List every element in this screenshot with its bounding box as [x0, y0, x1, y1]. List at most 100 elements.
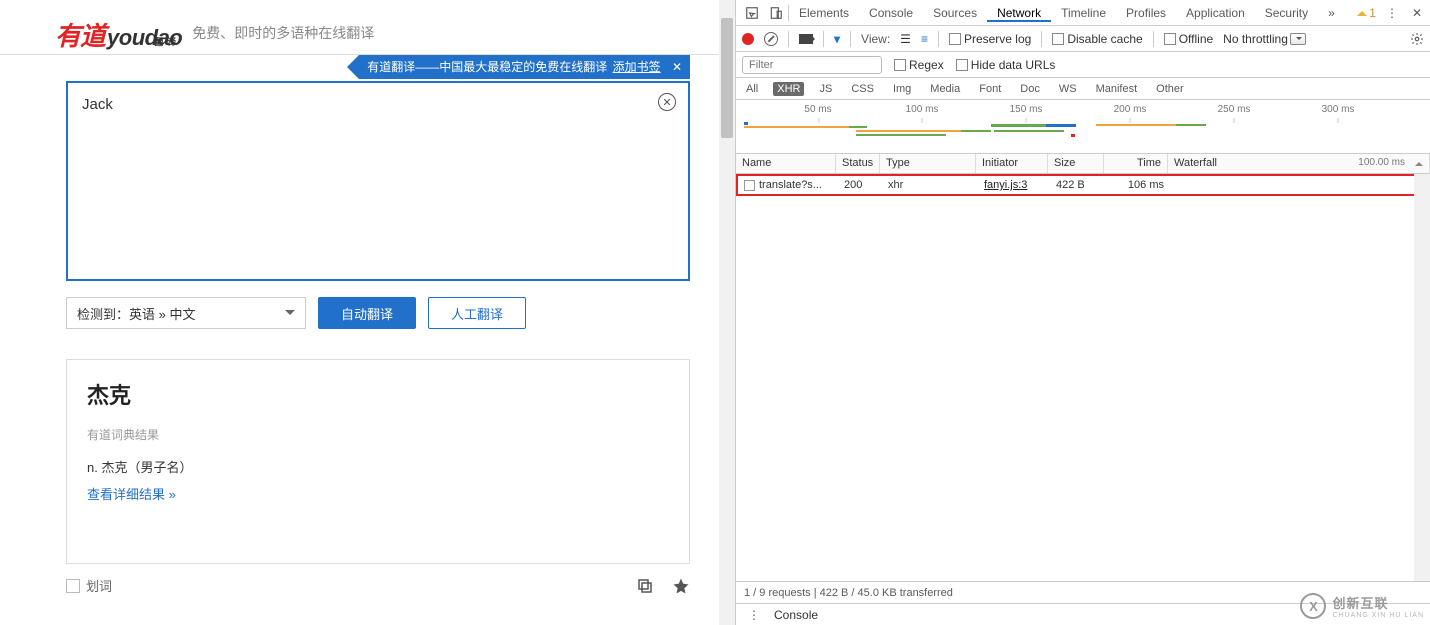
col-type[interactable]: Type [880, 154, 976, 173]
type-js[interactable]: JS [815, 82, 836, 96]
logo-cn: 有道 [55, 16, 105, 53]
drawer-more-icon[interactable]: ⋮ [744, 608, 764, 622]
tab-elements[interactable]: Elements [789, 6, 859, 20]
star-icon[interactable] [672, 577, 690, 595]
tab-profiles[interactable]: Profiles [1116, 6, 1176, 20]
request-time: 106 ms [1106, 179, 1170, 191]
huaci-label: 划词 [86, 576, 112, 595]
result-source: 有道词典结果 [87, 426, 669, 443]
timeline-overview[interactable]: 50 ms100 ms150 ms200 ms250 ms300 ms [736, 100, 1430, 154]
request-name: translate?s... [759, 179, 822, 191]
offline-toggle[interactable]: Offline [1164, 32, 1213, 46]
ruler-tick: 50 ms [804, 104, 831, 115]
type-font[interactable]: Font [975, 82, 1005, 96]
table-header: Name Status Type Initiator Size Time Wat… [736, 154, 1430, 174]
tabs-overflow-icon[interactable]: » [1318, 0, 1345, 26]
view-large-icon[interactable]: ☰ [900, 32, 911, 46]
tab-timeline[interactable]: Timeline [1051, 6, 1116, 20]
type-all[interactable]: All [742, 82, 762, 96]
result-definition: n. 杰克（男子名） [87, 457, 669, 476]
translate-input[interactable] [82, 93, 644, 269]
header: 有道 youdao 翻译 免费、即时的多语种在线翻译 [0, 0, 735, 55]
request-row[interactable]: translate?s... 200 xhr fanyi.js:3 422 B … [736, 174, 1430, 196]
type-ws[interactable]: WS [1055, 82, 1081, 96]
col-size[interactable]: Size [1048, 154, 1104, 173]
col-status[interactable]: Status [836, 154, 880, 173]
view-label: View: [861, 32, 890, 46]
type-xhr[interactable]: XHR [773, 82, 804, 96]
hide-data-urls-toggle[interactable]: Hide data URLs [956, 58, 1056, 72]
col-initiator[interactable]: Initiator [976, 154, 1048, 173]
view-small-icon[interactable]: ≡ [921, 32, 928, 46]
promo-text: 有道翻译——中国最大最稳定的免费在线翻译 [367, 60, 610, 74]
tab-console[interactable]: Console [859, 6, 923, 20]
ruler-tick: 200 ms [1114, 104, 1147, 115]
result-detail-link[interactable]: 查看详细结果 [87, 484, 669, 503]
huaci-checkbox[interactable] [66, 579, 80, 593]
promo-link[interactable]: 添加书签 [613, 60, 661, 74]
logo-sub: 翻译 [154, 35, 180, 48]
translate-input-box: ✕ [66, 81, 690, 281]
tab-network[interactable]: Network [987, 6, 1051, 22]
warnings-badge[interactable]: 1 [1357, 6, 1376, 20]
tab-sources[interactable]: Sources [923, 6, 987, 20]
language-select[interactable]: 检测到：英语 » 中文 [66, 297, 306, 329]
network-toolbar: ▾ View: ☰ ≡ Preserve log Disable cache O… [736, 26, 1430, 52]
record-icon[interactable] [742, 33, 754, 45]
ruler-tick: 250 ms [1218, 104, 1251, 115]
tab-security[interactable]: Security [1255, 6, 1318, 20]
devtools-close-icon[interactable]: ✕ [1408, 6, 1426, 20]
youdao-app: 有道 youdao 翻译 免费、即时的多语种在线翻译 有道翻译——中国最大最稳定… [0, 0, 735, 625]
capture-screenshot-icon[interactable] [799, 34, 813, 44]
preserve-log-toggle[interactable]: Preserve log [949, 32, 1031, 46]
request-initiator[interactable]: fanyi.js:3 [978, 179, 1050, 191]
more-icon[interactable]: ⋮ [1382, 6, 1402, 20]
chevron-down-icon [285, 310, 295, 320]
filter-icon[interactable]: ▾ [834, 32, 840, 46]
col-name[interactable]: Name [736, 154, 836, 173]
settings-icon[interactable] [1410, 32, 1424, 46]
ruler-tick: 150 ms [1010, 104, 1043, 115]
watermark: X 创新互联 CHUANG XIN HU LIAN [1300, 593, 1424, 619]
sort-asc-icon [1415, 158, 1423, 166]
type-filters: All XHR JS CSS Img Media Font Doc WS Manifest Othe… [736, 78, 1430, 100]
disable-cache-toggle[interactable]: Disable cache [1052, 32, 1142, 46]
result-panel: 杰克 有道词典结果 n. 杰克（男子名） 查看详细结果 [66, 359, 690, 564]
language-label: 检测到：英语 » 中文 [77, 304, 195, 323]
regex-toggle[interactable]: Regex [894, 58, 944, 72]
clear-icon[interactable] [764, 32, 778, 46]
throttling-select[interactable]: No throttling [1223, 32, 1306, 46]
filter-row: Regex Hide data URLs [736, 52, 1430, 78]
device-icon[interactable] [764, 4, 788, 22]
table-scrollbar[interactable] [1414, 174, 1430, 581]
type-media[interactable]: Media [926, 82, 964, 96]
type-img[interactable]: Img [889, 82, 915, 96]
col-time[interactable]: Time [1104, 154, 1168, 173]
col-waterfall[interactable]: Waterfall100.00 ms [1168, 154, 1430, 173]
clear-input-icon[interactable]: ✕ [658, 93, 676, 111]
copy-icon[interactable] [636, 577, 654, 595]
drawer-tab-console[interactable]: Console [774, 608, 818, 622]
inspect-icon[interactable] [740, 4, 764, 22]
row-checkbox[interactable] [744, 180, 755, 191]
type-other[interactable]: Other [1152, 82, 1188, 96]
type-doc[interactable]: Doc [1016, 82, 1044, 96]
request-type: xhr [882, 179, 978, 191]
type-css[interactable]: CSS [847, 82, 878, 96]
type-manifest[interactable]: Manifest [1092, 82, 1142, 96]
tagline: 免费、即时的多语种在线翻译 [192, 23, 374, 43]
waterfall-scale: 100.00 ms [1358, 157, 1405, 168]
devtools: ElementsConsoleSourcesNetworkTimelinePro… [735, 0, 1430, 625]
logo[interactable]: 有道 youdao 翻译 [55, 13, 180, 53]
watermark-logo-icon: X [1300, 593, 1326, 619]
manual-translate-button[interactable]: 人工翻译 [428, 297, 526, 329]
request-size: 422 B [1050, 179, 1106, 191]
ruler-tick: 100 ms [906, 104, 939, 115]
auto-translate-button[interactable]: 自动翻译 [318, 297, 416, 329]
page-scrollbar[interactable] [719, 0, 735, 625]
promo-close-icon[interactable]: ✕ [672, 60, 682, 74]
tab-application[interactable]: Application [1176, 6, 1255, 20]
promo-banner: 有道翻译——中国最大最稳定的免费在线翻译 添加书签 ✕ [359, 55, 690, 79]
result-main: 杰克 [87, 378, 669, 410]
filter-input[interactable] [742, 56, 882, 74]
